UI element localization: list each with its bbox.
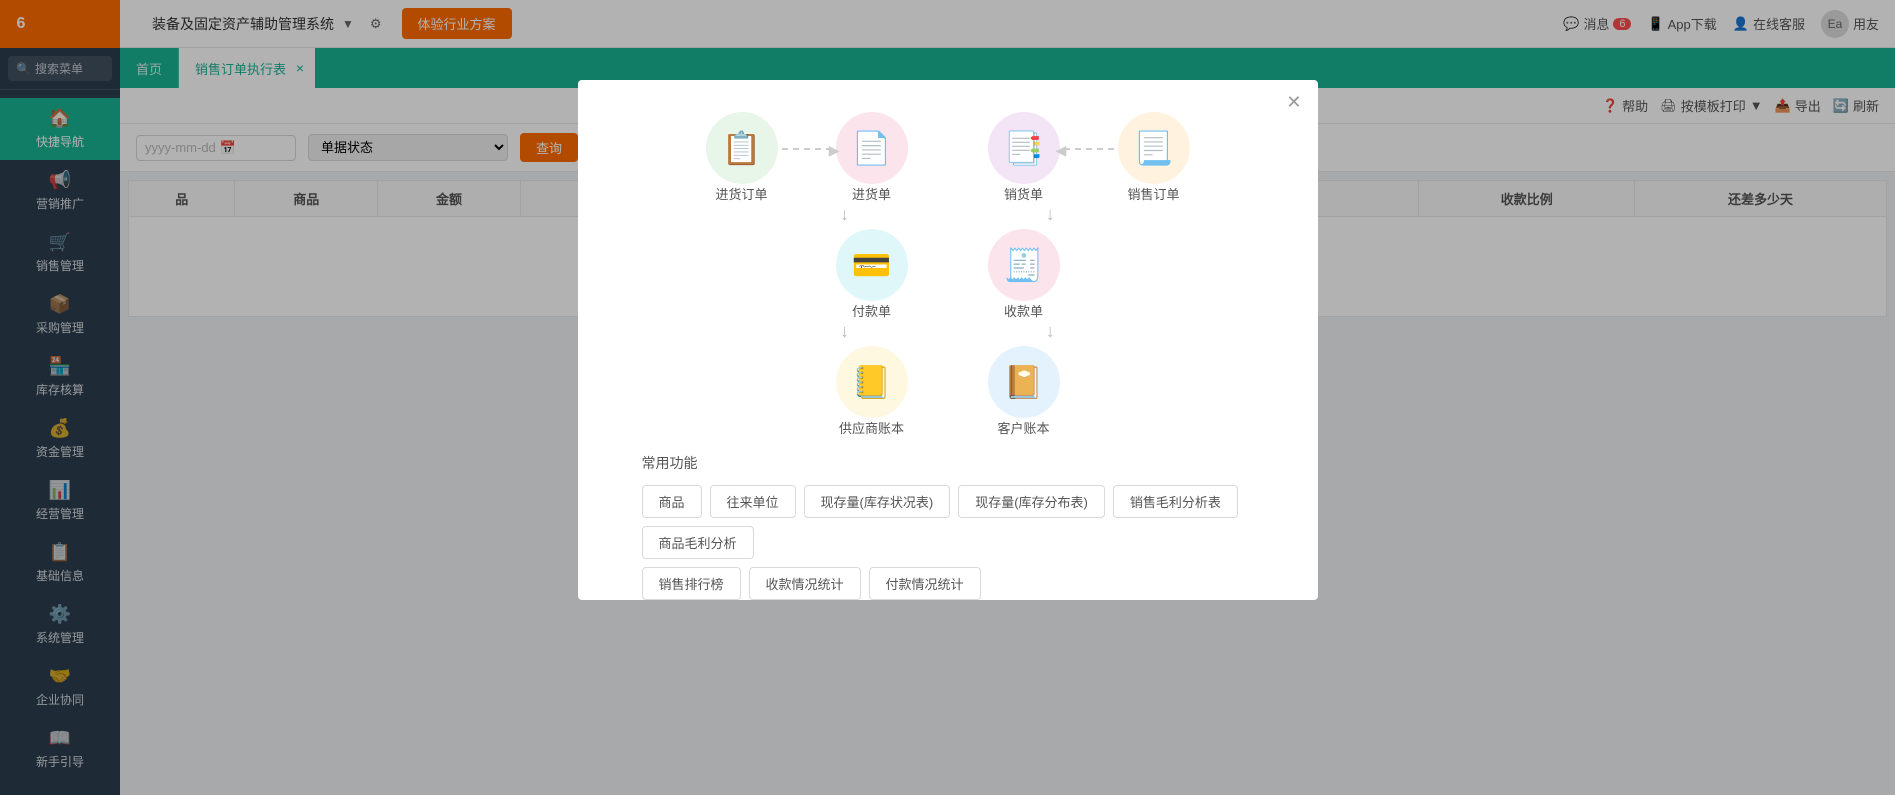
- sales-order-circle[interactable]: 📃: [1118, 112, 1190, 184]
- arrow-payment-down: ↓: [809, 320, 881, 342]
- flow-col-sales-order: 📃 销售订单: [1118, 112, 1190, 203]
- func-buttons-row2: 销售排行榜收款情况统计付款情况统计: [642, 567, 1254, 600]
- flow-col-customer-ledger: 📔 客户账本: [988, 346, 1060, 437]
- func-btn-row2-1[interactable]: 收款情况统计: [749, 567, 861, 600]
- flow-row-3: 📒 供应商账本 📔 客户账本: [714, 346, 1182, 437]
- flow-col-sales-bill: 📑 销货单: [988, 112, 1060, 203]
- flow-col-supplier-ledger: 📒 供应商账本: [836, 346, 908, 437]
- purchase-bill-label: 进货单: [852, 184, 891, 203]
- arrow-purchase-order-to-purchase-bill: ▶: [782, 148, 832, 150]
- purchase-order-circle[interactable]: 📋: [706, 112, 778, 184]
- arrow-sales-bill-down: ↓: [1014, 203, 1086, 225]
- func-buttons-row1: 商品往来单位现存量(库存状况表)现存量(库存分布表)销售毛利分析表商品毛利分析: [642, 485, 1254, 559]
- arrow-purchase-bill-down: ↓: [809, 203, 881, 225]
- arrow-sales-order-to-sales-bill: ◀: [1064, 148, 1114, 150]
- func-btn-row1-1[interactable]: 往来单位: [710, 485, 796, 518]
- flow-col-purchase-bill: 📄 进货单: [836, 112, 908, 203]
- common-functions-title: 常用功能: [642, 453, 1254, 473]
- flow-row-1: 📋 进货订单 ▶ 📄 进货单: [706, 112, 1190, 203]
- customer-ledger-label: 客户账本: [997, 418, 1049, 437]
- sales-bill-label: 销货单: [1004, 184, 1043, 203]
- sales-order-label: 销售订单: [1127, 184, 1179, 203]
- func-btn-row1-3[interactable]: 现存量(库存分布表): [958, 485, 1105, 518]
- supplier-ledger-label: 供应商账本: [839, 418, 904, 437]
- modal: ✕ 📋 进货订单 ▶: [578, 80, 1318, 600]
- flow-col-receipt: 🧾 收款单: [988, 229, 1060, 320]
- flow-row-2: 💳 付款单 🧾 收款单: [714, 229, 1182, 320]
- func-btn-row2-0[interactable]: 销售排行榜: [642, 567, 741, 600]
- customer-ledger-circle[interactable]: 📔: [988, 346, 1060, 418]
- payment-circle[interactable]: 💳: [836, 229, 908, 301]
- receipt-label: 收款单: [1004, 301, 1043, 320]
- flow-diagram: 📋 进货订单 ▶ 📄 进货单: [610, 112, 1286, 437]
- modal-close-btn[interactable]: ✕: [1286, 92, 1301, 113]
- flow-col-purchase-order: 📋 进货订单: [706, 112, 778, 203]
- purchase-bill-circle[interactable]: 📄: [836, 112, 908, 184]
- payment-label: 付款单: [852, 301, 891, 320]
- purchase-order-label: 进货订单: [715, 184, 767, 203]
- func-btn-row1-2[interactable]: 现存量(库存状况表): [804, 485, 951, 518]
- common-functions: 常用功能 商品往来单位现存量(库存状况表)现存量(库存分布表)销售毛利分析表商品…: [610, 453, 1286, 600]
- func-btn-row2-2[interactable]: 付款情况统计: [869, 567, 981, 600]
- supplier-ledger-circle[interactable]: 📒: [836, 346, 908, 418]
- receipt-circle[interactable]: 🧾: [988, 229, 1060, 301]
- flow-row-arrows-down-2: ↓ ↓: [610, 320, 1286, 342]
- modal-body: 📋 进货订单 ▶ 📄 进货单: [578, 80, 1318, 600]
- func-btn-row1-0[interactable]: 商品: [642, 485, 702, 518]
- flow-col-payment: 💳 付款单: [836, 229, 908, 320]
- modal-overlay[interactable]: ✕ 📋 进货订单 ▶: [0, 0, 1895, 795]
- arrow-receipt-down: ↓: [1014, 320, 1086, 342]
- flow-row-arrows-down: ↓ ↓: [610, 203, 1286, 225]
- func-btn-row1-5[interactable]: 商品毛利分析: [642, 526, 754, 559]
- func-btn-row1-4[interactable]: 销售毛利分析表: [1113, 485, 1238, 518]
- sales-bill-circle[interactable]: 📑: [988, 112, 1060, 184]
